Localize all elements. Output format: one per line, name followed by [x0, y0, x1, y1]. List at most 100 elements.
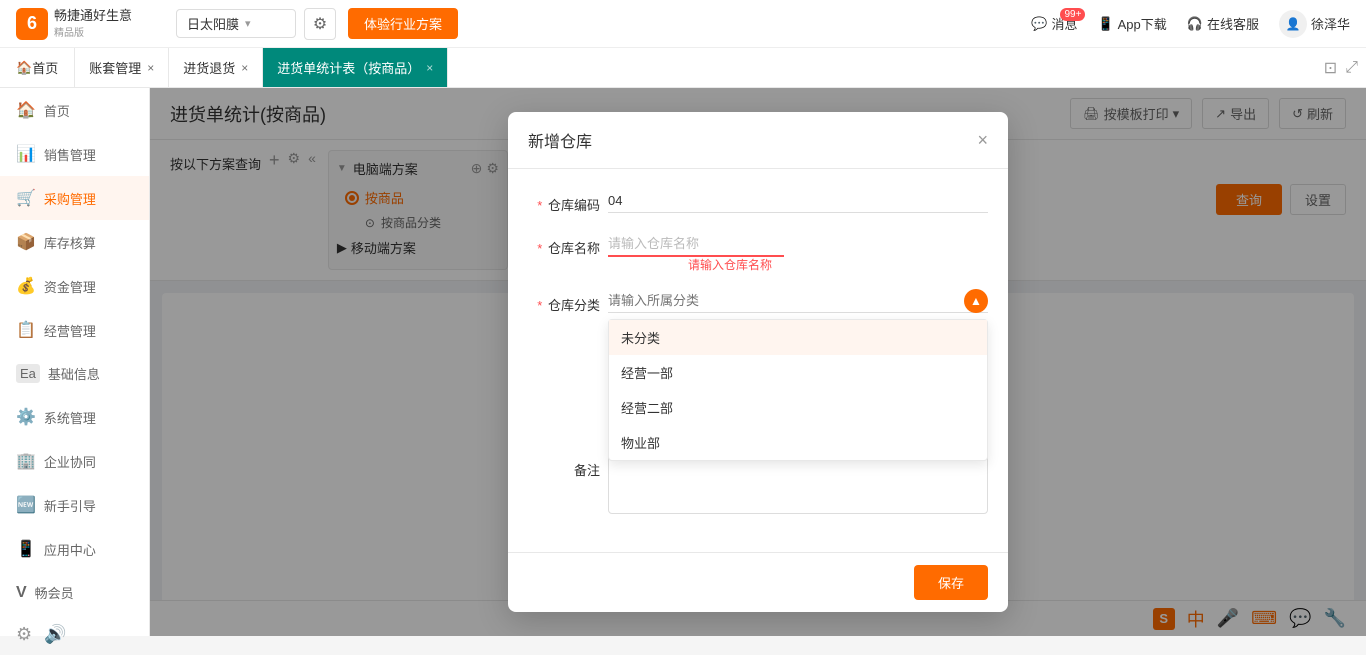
remark-label: 备注	[528, 454, 608, 479]
warehouse-name-error: 请输入仓库名称	[688, 256, 772, 273]
app-name: 畅捷通好生意	[54, 8, 132, 25]
sidebar-label: 基础信息	[48, 364, 100, 383]
tab-accounts-label: 账套管理	[89, 58, 141, 77]
system-icon: ⚙️	[16, 407, 36, 427]
main-layout: 🏠 首页 📊 销售管理 🛒 采购管理 📦 库存核算 💰 资金管理 📋 经营管理 …	[0, 88, 1366, 636]
user-menu-button[interactable]: 👤 徐泽华	[1279, 10, 1350, 38]
tab-close-icon[interactable]: ×	[241, 61, 248, 75]
avatar: 👤	[1279, 10, 1307, 38]
apps-icon: 📱	[16, 539, 36, 559]
home-icon: 🏠	[16, 60, 32, 76]
guide-icon: 🆕	[16, 495, 36, 515]
sidebar-item-vip[interactable]: V 畅会员	[0, 571, 149, 614]
app-download-button[interactable]: 📱 App下载	[1097, 14, 1166, 33]
tab-close-icon[interactable]: ×	[147, 61, 154, 75]
header-right: 💬 消息 99+ 📱 App下载 🎧 在线客服 👤 徐泽华	[1031, 10, 1350, 38]
modal-title: 新增仓库	[528, 128, 592, 152]
sales-icon: 📊	[16, 144, 36, 164]
tab-accounts[interactable]: 账套管理 ×	[75, 48, 169, 87]
sidebar-item-enterprise[interactable]: 🏢 企业协同	[0, 439, 149, 483]
warehouse-category-input[interactable]	[608, 289, 988, 313]
tab-purchase-return-label: 进货退货	[183, 58, 235, 77]
modal-close-button[interactable]: ×	[977, 130, 988, 151]
logo-area: 6 畅捷通好生意 精品版	[16, 8, 166, 40]
dropdown-item-ops1[interactable]: 经营一部	[609, 355, 987, 390]
tab-close-active-icon[interactable]: ×	[426, 61, 433, 75]
sidebar-label: 采购管理	[44, 189, 96, 208]
online-service-label: 在线客服	[1207, 14, 1259, 33]
tab-purchase-stats[interactable]: 进货单统计表（按商品） ×	[263, 48, 448, 87]
sidebar-bottom: ⚙ 🔊	[0, 614, 149, 655]
sidebar-item-basic[interactable]: Ea 基础信息	[0, 352, 149, 395]
save-button[interactable]: 保存	[914, 565, 988, 600]
sidebar-item-apps[interactable]: 📱 应用中心	[0, 527, 149, 571]
sidebar-label: 系统管理	[44, 408, 96, 427]
enterprise-icon: 🏢	[16, 451, 36, 471]
sidebar: 🏠 首页 📊 销售管理 🛒 采购管理 📦 库存核算 💰 资金管理 📋 经营管理 …	[0, 88, 150, 636]
modal-header: 新增仓库 ×	[508, 112, 1008, 169]
warehouse-code-row: * 仓库编码	[528, 189, 988, 214]
sidebar-label: 新手引导	[44, 496, 96, 515]
online-service-button[interactable]: 🎧 在线客服	[1187, 14, 1259, 33]
tab-expand-icon[interactable]: ⤢	[1345, 59, 1358, 77]
sidebar-item-sales[interactable]: 📊 销售管理	[0, 132, 149, 176]
tab-bar: 🏠 首页 账套管理 × 进货退货 × 进货单统计表（按商品） × ⊡ ⤢	[0, 48, 1366, 88]
modal-overlay: 新增仓库 × * 仓库编码 *	[150, 88, 1366, 636]
trial-button[interactable]: 体验行业方案	[348, 8, 458, 39]
mobile-icon: 📱	[1097, 16, 1113, 32]
warehouse-name-row: * 仓库名称 请输入仓库名称	[528, 232, 988, 257]
vip-icon: V	[16, 584, 27, 602]
settings-bottom-icon[interactable]: ⚙	[16, 624, 32, 645]
sidebar-label: 畅会员	[35, 583, 74, 602]
operation-icon: 📋	[16, 320, 36, 340]
sidebar-item-operation[interactable]: 📋 经营管理	[0, 308, 149, 352]
sidebar-item-purchase[interactable]: 🛒 采购管理	[0, 176, 149, 220]
dropdown-item-ops2[interactable]: 经营二部	[609, 390, 987, 425]
sidebar-label: 资金管理	[44, 277, 96, 296]
dropdown-toggle-button[interactable]: ▲	[964, 289, 988, 313]
settings-button[interactable]: ⚙	[304, 8, 336, 40]
app-download-label: App下载	[1118, 14, 1167, 33]
user-name: 徐泽华	[1311, 14, 1350, 33]
sidebar-label: 企业协同	[44, 452, 96, 471]
modal-add-warehouse: 新增仓库 × * 仓库编码 *	[508, 112, 1008, 612]
dropdown-item-uncategorized[interactable]: 未分类	[609, 320, 987, 355]
sidebar-item-guide[interactable]: 🆕 新手引导	[0, 483, 149, 527]
speaker-icon[interactable]: 🔊	[44, 624, 66, 645]
sidebar-label: 首页	[44, 101, 70, 120]
remark-input[interactable]	[608, 454, 988, 514]
modal-footer: 保存	[508, 552, 1008, 612]
sidebar-item-home[interactable]: 🏠 首页	[0, 88, 149, 132]
home-icon: 🏠	[16, 100, 36, 120]
headset-icon: 🎧	[1187, 16, 1203, 32]
warehouse-name-label: * 仓库名称	[528, 232, 608, 257]
sidebar-item-inventory[interactable]: 📦 库存核算	[0, 220, 149, 264]
sidebar-label: 销售管理	[44, 145, 96, 164]
sidebar-label: 经营管理	[44, 321, 96, 340]
tab-bar-controls: ⊡ ⤢	[1324, 58, 1366, 78]
top-header: 6 畅捷通好生意 精品版 日太阳膜 ▾ ⚙ 体验行业方案 💬 消息 99+ 📱 …	[0, 0, 1366, 48]
message-badge: 99+	[1060, 8, 1085, 21]
tab-purchase-return[interactable]: 进货退货 ×	[169, 48, 263, 87]
warehouse-code-input[interactable]	[608, 189, 988, 213]
warehouse-category-dropdown: ▲ 未分类 经营一部 经营二部	[608, 289, 988, 313]
company-selector[interactable]: 日太阳膜 ▾	[176, 9, 296, 38]
sidebar-item-finance[interactable]: 💰 资金管理	[0, 264, 149, 308]
warehouse-category-label: * 仓库分类	[528, 289, 608, 314]
purchase-icon: 🛒	[16, 188, 36, 208]
tab-home-label: 首页	[32, 58, 58, 77]
basic-info-icon: Ea	[16, 364, 40, 383]
dropdown-item-property[interactable]: 物业部	[609, 425, 987, 460]
sidebar-label: 应用中心	[44, 540, 96, 559]
tab-home[interactable]: 🏠 首页	[0, 48, 75, 87]
warehouse-name-input[interactable]	[608, 232, 784, 257]
warehouse-code-label: * 仓库编码	[528, 189, 608, 214]
chevron-down-icon: ▾	[245, 17, 251, 30]
tab-restore-icon[interactable]: ⊡	[1324, 58, 1337, 78]
warehouse-category-row: * 仓库分类 ▲ 未分类 经营一部	[528, 289, 988, 314]
warehouse-category-list: 未分类 经营一部 经营二部 物业部	[608, 319, 988, 461]
sidebar-item-system[interactable]: ⚙️ 系统管理	[0, 395, 149, 439]
message-icon: 💬	[1031, 16, 1047, 32]
message-button[interactable]: 💬 消息 99+	[1031, 14, 1077, 33]
sidebar-label: 库存核算	[44, 233, 96, 252]
